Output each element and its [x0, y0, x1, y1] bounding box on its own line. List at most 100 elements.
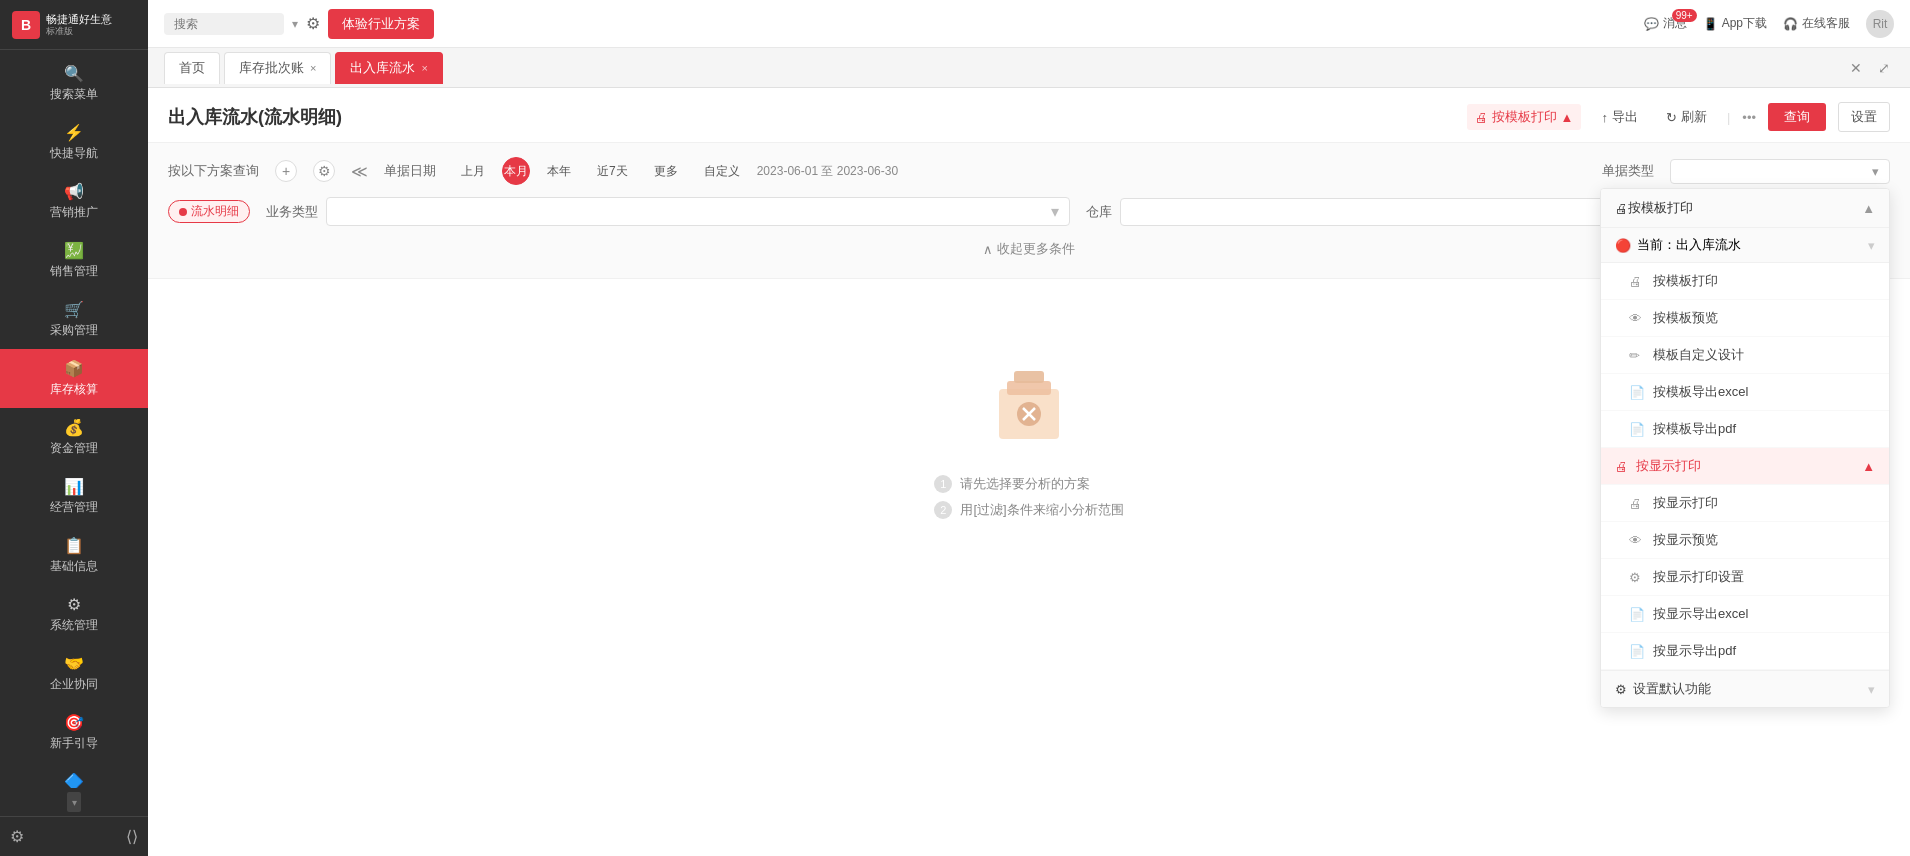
tab-home[interactable]: 首页	[164, 52, 220, 84]
sidebar-item-operations[interactable]: 📊 经营管理	[0, 467, 148, 526]
sidebar-item-label: 采购管理	[50, 322, 98, 339]
dropdown-footer[interactable]: ⚙ 设置默认功能 ▾	[1601, 670, 1889, 707]
dropdown-item-label: 按模板打印	[1653, 272, 1718, 290]
dropdown-item-label: 按模板预览	[1653, 309, 1718, 327]
window-controls: ✕ ⤢	[1846, 58, 1894, 78]
settings-icon[interactable]: ⚙	[10, 827, 24, 846]
system-icon: ⚙	[67, 595, 81, 614]
search-input[interactable]	[164, 13, 284, 35]
date-range-display: 2023-06-01 至 2023-06-30	[757, 163, 898, 180]
dropdown-item-display-preview[interactable]: 👁 按显示预览	[1601, 522, 1889, 559]
sidebar-item-inventory[interactable]: 📦 库存核算	[0, 349, 148, 408]
dropdown-item-display-print-section[interactable]: 🖨 按显示打印 ▲	[1601, 448, 1889, 485]
sidebar-item-system[interactable]: ⚙ 系统管理	[0, 585, 148, 644]
date-filter-custom[interactable]: 自定义	[695, 159, 749, 184]
empty-step-1: 1 请先选择要分析的方案	[934, 475, 1123, 493]
query-button[interactable]: 查询	[1768, 103, 1826, 131]
dropdown-item-template-preview[interactable]: 👁 按模板预览	[1601, 300, 1889, 337]
biz-type-field[interactable]: ▾	[326, 197, 1070, 226]
dropdown-up-icon[interactable]: ▲	[1862, 201, 1875, 216]
sidebar-item-quick-nav[interactable]: ⚡ 快捷导航	[0, 113, 148, 172]
footer-settings-icon: ⚙	[1615, 682, 1627, 697]
page-title: 出入库流水(流水明细)	[168, 105, 342, 129]
topbar-gear-icon[interactable]: ⚙	[306, 14, 320, 33]
filter-collapse-button[interactable]: ≪	[351, 162, 368, 181]
empty-steps: 1 请先选择要分析的方案 2 用[过滤]条件来缩小分析范围	[934, 475, 1123, 519]
export-pdf-icon: 📄	[1629, 422, 1645, 437]
template-custom-icon: ✏	[1629, 348, 1645, 363]
tab-flow[interactable]: 出入库流水 ×	[335, 52, 442, 84]
tab-label: 库存批次账	[239, 59, 304, 77]
dropdown-item-template-custom[interactable]: ✏ 模板自定义设计	[1601, 337, 1889, 374]
filter-settings-button[interactable]: ⚙	[313, 160, 335, 182]
topbar-left: ▾ ⚙ 体验行业方案	[164, 9, 1644, 39]
tab-label: 出入库流水	[350, 59, 415, 77]
dropdown-item-display-print-settings[interactable]: ⚙ 按显示打印设置	[1601, 559, 1889, 596]
date-filter-last-month[interactable]: 上月	[452, 159, 494, 184]
sidebar-footer: ⚙ ⟨⟩	[0, 816, 148, 856]
biz-type-more-icon[interactable]: ▾	[1051, 202, 1059, 221]
sidebar-item-collab[interactable]: 🤝 企业协同	[0, 644, 148, 703]
window-maximize-button[interactable]: ⤢	[1874, 58, 1894, 78]
print-template-button[interactable]: 🖨 按模板打印 ▲	[1467, 104, 1582, 130]
date-filter-more[interactable]: 更多	[645, 159, 687, 184]
dropdown-print-icon: 🖨	[1615, 201, 1628, 216]
sidebar-item-app-center[interactable]: 🔷 应用中心	[0, 762, 148, 788]
export-button[interactable]: ↑ 导出	[1593, 104, 1646, 130]
search-dropdown-icon[interactable]: ▾	[292, 17, 298, 31]
page-actions: 🖨 按模板打印 ▲ ↑ 导出 ↻ 刷新 | ••• 查询 设置	[1467, 102, 1890, 132]
filter-row-1: 按以下方案查询 + ⚙ ≪ 单据日期 上月本月本年近7天更多自定义2023-06…	[168, 157, 1890, 185]
dropdown-item-display-print[interactable]: 🖨 按显示打印	[1601, 485, 1889, 522]
sidebar-item-label: 基础信息	[50, 558, 98, 575]
date-filter-this-year[interactable]: 本年	[538, 159, 580, 184]
dropdown-current-arrow[interactable]: ▾	[1868, 238, 1875, 253]
tab-batch[interactable]: 库存批次账 ×	[224, 52, 331, 84]
more-icon[interactable]: •••	[1742, 110, 1756, 125]
app-download-button[interactable]: 📱 App下载	[1703, 15, 1767, 32]
dropdown-section-toggle[interactable]: ▲	[1862, 459, 1875, 474]
notifications-button[interactable]: 💬 消息 99+	[1644, 15, 1687, 32]
chevron-up-icon: ▲	[1561, 110, 1574, 125]
display-print-section-icon: 🖨	[1615, 459, 1628, 474]
sidebar-item-guide[interactable]: 🎯 新手引导	[0, 703, 148, 762]
dropdown-item-display-export-pdf[interactable]: 📄 按显示导出pdf	[1601, 633, 1889, 670]
sidebar-scroll-down[interactable]: ▾	[67, 792, 81, 812]
sidebar-item-marketing[interactable]: 📢 营销推广	[0, 172, 148, 231]
dropdown-footer-label: 设置默认功能	[1633, 680, 1711, 698]
sidebar-nav: 🔍 搜索菜单 ⚡ 快捷导航 📢 营销推广 💹 销售管理 🛒 采购管理 📦 库存核…	[0, 50, 148, 788]
dropdown-item-template-print[interactable]: 🖨 按模板打印	[1601, 263, 1889, 300]
headset-icon: 🎧	[1783, 17, 1798, 31]
doc-type-select[interactable]: ▾	[1670, 159, 1890, 184]
collapse-more-button[interactable]: ∧ 收起更多条件	[977, 234, 1081, 264]
sidebar-item-basic[interactable]: 📋 基础信息	[0, 526, 148, 585]
refresh-button[interactable]: ↻ 刷新	[1658, 104, 1715, 130]
display-export-excel-icon: 📄	[1629, 607, 1645, 622]
empty-illustration	[979, 359, 1079, 459]
dropdown-item-export-excel[interactable]: 📄 按模板导出excel	[1601, 374, 1889, 411]
dropdown-item-label: 按模板导出pdf	[1653, 420, 1736, 438]
svg-rect-1	[1007, 381, 1051, 395]
tab-close-icon[interactable]: ×	[310, 62, 316, 74]
biz-type-filter: 业务类型 ▾	[266, 197, 1070, 226]
sidebar-item-search[interactable]: 🔍 搜索菜单	[0, 54, 148, 113]
inventory-icon: 📦	[64, 359, 84, 378]
online-service-button[interactable]: 🎧 在线客服	[1783, 15, 1850, 32]
sidebar-item-sales[interactable]: 💹 销售管理	[0, 231, 148, 290]
marketing-icon: 📢	[64, 182, 84, 201]
sidebar-item-label: 系统管理	[50, 617, 98, 634]
tab-close-icon[interactable]: ×	[421, 62, 427, 74]
settings-button[interactable]: 设置	[1838, 102, 1890, 132]
dropdown-item-display-export-excel[interactable]: 📄 按显示导出excel	[1601, 596, 1889, 633]
industry-solution-button[interactable]: 体验行业方案	[328, 9, 434, 39]
dropdown-current-label: 当前：出入库流水	[1637, 236, 1868, 254]
sidebar-item-purchase[interactable]: 🛒 采购管理	[0, 290, 148, 349]
user-avatar[interactable]: Rit	[1866, 10, 1894, 38]
window-close-button[interactable]: ✕	[1846, 58, 1866, 78]
sidebar-item-finance[interactable]: 💰 资金管理	[0, 408, 148, 467]
filter-add-button[interactable]: +	[275, 160, 297, 182]
collapse-icon[interactable]: ⟨⟩	[126, 827, 138, 846]
dropdown-item-export-pdf[interactable]: 📄 按模板导出pdf	[1601, 411, 1889, 448]
date-filter-last-7-days[interactable]: 近7天	[588, 159, 637, 184]
guide-icon: 🎯	[64, 713, 84, 732]
date-filter-this-month[interactable]: 本月	[502, 157, 530, 185]
